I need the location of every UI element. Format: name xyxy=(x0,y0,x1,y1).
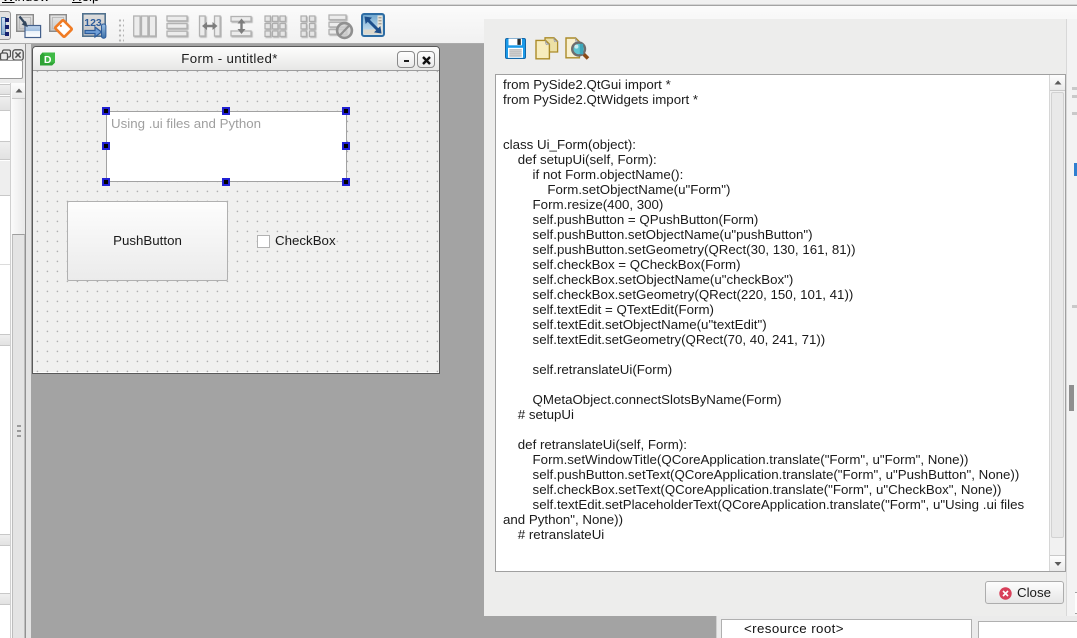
svg-text:123: 123 xyxy=(84,17,102,29)
svg-text:D: D xyxy=(44,54,52,66)
